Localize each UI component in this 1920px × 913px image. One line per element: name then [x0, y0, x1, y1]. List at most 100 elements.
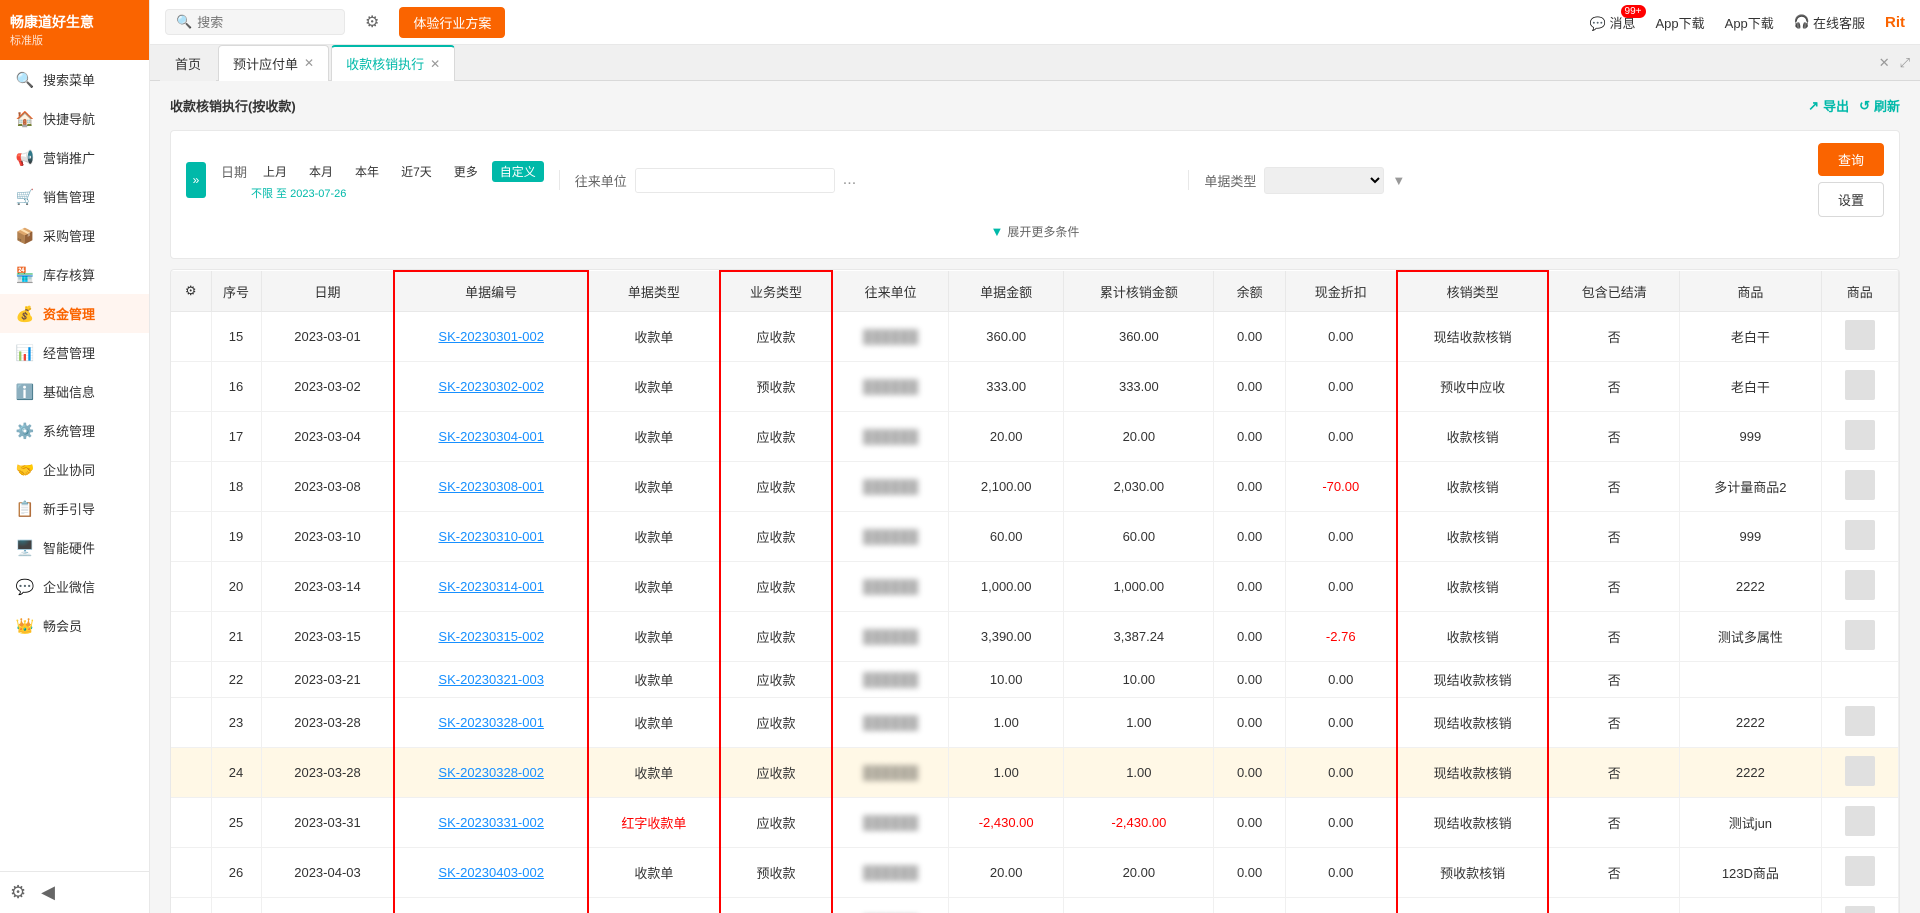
row-voucher-no[interactable]: SK-20230302-002 — [394, 362, 587, 412]
tab-receipt-close[interactable]: ✕ — [430, 57, 440, 71]
row-voucher-no[interactable]: SK-20230403-002 — [394, 848, 587, 898]
table-row: 23 2023-03-28 SK-20230328-001 收款单 应收款 ██… — [171, 698, 1899, 748]
row-date: 2023-03-28 — [261, 698, 394, 748]
refresh-button[interactable]: ↺ 刷新 — [1859, 96, 1900, 115]
wechat-icon: 💬 — [15, 578, 35, 596]
settings-bottom-icon[interactable]: ⚙ — [10, 882, 26, 903]
partner-more-icon[interactable]: ... — [843, 171, 856, 189]
message-badge[interactable]: 💬 消息 99+ — [1590, 13, 1636, 32]
table-settings-icon[interactable]: ⚙ — [185, 283, 197, 298]
voucher-no-link[interactable]: SK-20230403-002 — [438, 865, 544, 880]
voucher-type-select[interactable] — [1264, 167, 1384, 194]
row-voucher-no[interactable]: SK-20230308-001 — [394, 462, 587, 512]
sidebar-item-purchase[interactable]: 📦 采购管理 — [0, 216, 149, 255]
export-button[interactable]: ↗ 导出 — [1808, 96, 1849, 115]
app-download-link[interactable]: App下载 — [1656, 13, 1705, 32]
expand-more-conditions[interactable]: ▼ 展开更多条件 — [186, 217, 1884, 246]
sidebar-item-hardware[interactable]: 🖥️ 智能硬件 — [0, 528, 149, 567]
row-voucher-no[interactable]: SK-20230321-003 — [394, 662, 587, 698]
date-range-sub: 不限 至 2023-07-26 — [221, 185, 544, 201]
app-download-text[interactable]: App下载 — [1725, 13, 1774, 32]
sidebar-item-basic[interactable]: ℹ️ 基础信息 — [0, 372, 149, 411]
export-icon: ↗ — [1808, 98, 1819, 114]
row-biz-type: 应收款 — [720, 462, 832, 512]
topbar-gear-icon[interactable]: ⚙ — [365, 12, 379, 32]
main-content: 🔍 ⚙ 体验行业方案 💬 消息 99+ App下载 App下载 🎧 在线客服 R… — [150, 0, 1920, 913]
date-btn-more[interactable]: 更多 — [446, 160, 486, 183]
row-voucher-no[interactable]: SK-20230408-001 — [394, 898, 587, 913]
row-goods-img — [1821, 748, 1898, 798]
voucher-no-link[interactable]: SK-20230321-003 — [438, 672, 544, 687]
sidebar-item-search[interactable]: 🔍 搜索菜单 — [0, 60, 149, 99]
sidebar-item-member[interactable]: 👑 畅会员 — [0, 606, 149, 645]
sidebar-item-marketing[interactable]: 📢 营销推广 — [0, 138, 149, 177]
row-cancel-type: 收款核销 — [1397, 512, 1549, 562]
row-voucher-no[interactable]: SK-20230315-002 — [394, 612, 587, 662]
tab-receipt-cancel[interactable]: 收款核销执行 ✕ — [331, 45, 455, 81]
tab-home[interactable]: 首页 — [160, 45, 216, 81]
sidebar-item-wechat[interactable]: 💬 企业微信 — [0, 567, 149, 606]
date-btn-7days[interactable]: 近7天 — [393, 160, 440, 183]
sidebar-item-sales[interactable]: 🛒 销售管理 — [0, 177, 149, 216]
close-tab-icon[interactable]: ✕ — [1879, 55, 1890, 71]
voucher-no-link[interactable]: SK-20230328-002 — [438, 765, 544, 780]
setting-button[interactable]: 设置 — [1818, 182, 1884, 217]
col-cash-discount-header: 现金折扣 — [1285, 271, 1397, 312]
user-name[interactable]: Rit — [1885, 14, 1905, 31]
voucher-no-link[interactable]: SK-20230328-001 — [438, 715, 544, 730]
row-cumulative: 3,387.24 — [1064, 612, 1214, 662]
collapse-filter-btn[interactable]: » — [186, 162, 206, 198]
sidebar-item-system[interactable]: ⚙️ 系统管理 — [0, 411, 149, 450]
voucher-no-link[interactable]: SK-20230315-002 — [438, 629, 544, 644]
sidebar-item-finance[interactable]: 💰 资金管理 — [0, 294, 149, 333]
query-button[interactable]: 查询 — [1818, 143, 1884, 176]
partner-input[interactable] — [635, 168, 835, 193]
row-voucher-no[interactable]: SK-20230314-001 — [394, 562, 587, 612]
search-topbar-input[interactable] — [197, 15, 327, 30]
row-date: 2023-03-15 — [261, 612, 394, 662]
collapse-icon[interactable]: ◀ — [41, 882, 55, 903]
sidebar-item-quick-nav[interactable]: 🏠 快捷导航 — [0, 99, 149, 138]
maximize-icon[interactable]: ⤢ — [1900, 55, 1910, 71]
row-cumulative: 20.00 — [1064, 848, 1214, 898]
sidebar-item-operations[interactable]: 📊 经营管理 — [0, 333, 149, 372]
row-voucher-no[interactable]: SK-20230328-002 — [394, 748, 587, 798]
operations-icon: 📊 — [15, 344, 35, 362]
row-cumulative: 20.00 — [1064, 412, 1214, 462]
row-cash-discount: -70.00 — [1285, 462, 1397, 512]
col-settings-header[interactable]: ⚙ — [171, 271, 211, 312]
tab-payable[interactable]: 预计应付单 ✕ — [218, 45, 329, 81]
date-btn-this-month[interactable]: 本月 — [301, 160, 341, 183]
row-voucher-no[interactable]: SK-20230328-001 — [394, 698, 587, 748]
voucher-no-link[interactable]: SK-20230308-001 — [438, 479, 544, 494]
tab-payable-close[interactable]: ✕ — [304, 56, 314, 70]
row-partner: ██████ — [832, 798, 948, 848]
row-amount: 1,000.00 — [949, 562, 1064, 612]
sidebar-item-enterprise[interactable]: 🤝 企业协同 — [0, 450, 149, 489]
date-btn-last-month[interactable]: 上月 — [255, 160, 295, 183]
date-label: 日期 — [221, 162, 247, 181]
sidebar-item-inventory[interactable]: 🏪 库存核算 — [0, 255, 149, 294]
row-balance: 0.00 — [1214, 462, 1285, 512]
topbar-search-box[interactable]: 🔍 — [165, 9, 345, 35]
online-service-link[interactable]: 🎧 在线客服 — [1794, 13, 1865, 32]
date-btn-this-year[interactable]: 本年 — [347, 160, 387, 183]
voucher-no-link[interactable]: SK-20230310-001 — [438, 529, 544, 544]
experience-btn[interactable]: 体验行业方案 — [399, 7, 505, 38]
voucher-no-link[interactable]: SK-20230314-001 — [438, 579, 544, 594]
voucher-no-link[interactable]: SK-20230304-001 — [438, 429, 544, 444]
search-icon: 🔍 — [15, 71, 35, 89]
app-title: 畅康道好生意 — [10, 12, 94, 32]
date-btn-custom[interactable]: 自定义 — [492, 161, 544, 182]
inventory-icon: 🏪 — [15, 266, 35, 284]
voucher-no-link[interactable]: SK-20230301-002 — [438, 329, 544, 344]
row-voucher-no[interactable]: SK-20230310-001 — [394, 512, 587, 562]
sidebar-item-guide[interactable]: 📋 新手引导 — [0, 489, 149, 528]
sidebar-label-search: 搜索菜单 — [43, 70, 95, 89]
row-goods-img — [1821, 562, 1898, 612]
row-voucher-no[interactable]: SK-20230301-002 — [394, 312, 587, 362]
voucher-no-link[interactable]: SK-20230331-002 — [438, 815, 544, 830]
row-voucher-no[interactable]: SK-20230304-001 — [394, 412, 587, 462]
voucher-no-link[interactable]: SK-20230302-002 — [438, 379, 544, 394]
row-voucher-no[interactable]: SK-20230331-002 — [394, 798, 587, 848]
